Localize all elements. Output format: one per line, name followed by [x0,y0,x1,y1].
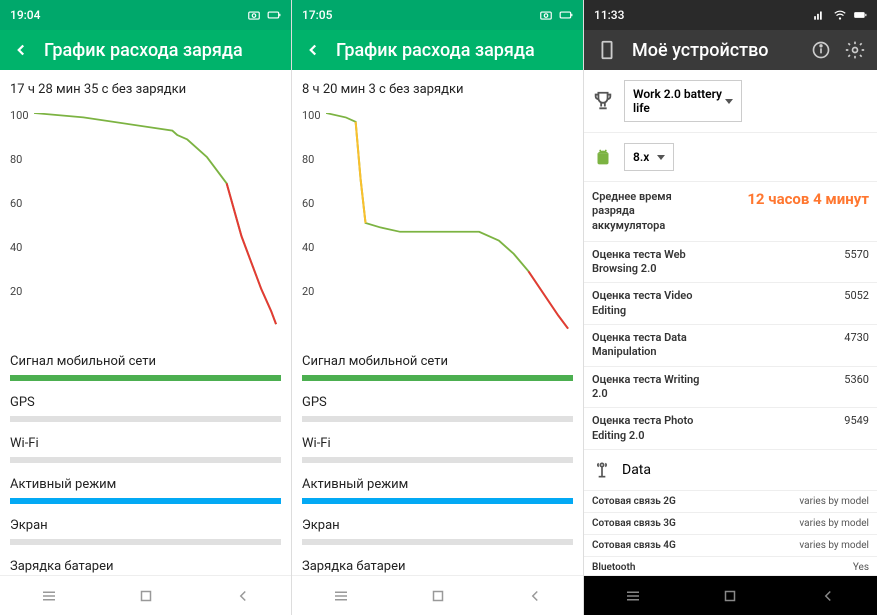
score-label: Оценка теста Photo Editing 2.0 [592,414,702,443]
spec-row: Сотовая связь 3G varies by model [584,513,877,535]
signal-label: Сигнал мобильной сети [0,340,291,375]
chevron-down-icon [657,155,665,160]
gps-label: GPS [0,381,291,416]
battery-chart: 100 80 60 40 20 [10,105,281,340]
active-bar [302,498,573,504]
header: Моё устройство [584,30,877,70]
score-row: Оценка теста Video Editing 5052 [584,283,877,325]
menu-icon[interactable] [624,587,642,605]
score-row: Оценка теста Photo Editing 2.0 9549 [584,408,877,450]
charging-label: Зарядка батареи [0,545,291,575]
camera-icon [539,8,553,22]
wifi-label: Wi-Fi [0,422,291,457]
active-label: Активный режим [0,463,291,498]
header: График расхода заряда [292,30,583,70]
spec-row: Сотовая связь 2G varies by model [584,491,877,513]
signal-icon [813,8,827,22]
active-label: Активный режим [292,463,583,498]
duration-text: 17 ч 28 мин 35 с без зарядки [0,70,291,105]
battery-icon [853,8,867,22]
gps-bar [302,416,573,422]
wifi-bar [10,457,281,463]
chevron-down-icon [725,99,733,104]
page-title: График расхода заряда [44,40,279,61]
page-title: Моё устройство [632,40,797,61]
spec-value: varies by model [799,496,869,507]
spec-row: Bluetooth Yes [584,557,877,575]
spec-label: Bluetooth [592,562,635,573]
score-label: Оценка теста Web Browsing 2.0 [592,248,702,277]
clock: 11:33 [594,8,624,22]
clock: 19:04 [10,8,40,22]
spec-value: varies by model [799,540,869,551]
back-icon[interactable] [12,41,30,59]
score-value: 5052 [844,289,869,318]
gps-bar [10,416,281,422]
battery-chart: 100 80 60 40 20 [302,105,573,340]
status-bar: 11:33 [584,0,877,30]
wifi-icon [833,8,847,22]
home-icon[interactable] [721,587,739,605]
back-nav-icon[interactable] [526,587,544,605]
test-select[interactable]: Work 2.0 battery life [624,80,742,122]
score-value: 4730 [844,331,869,360]
signal-label: Сигнал мобильной сети [292,340,583,375]
gear-icon[interactable] [845,40,865,60]
nav-bar [0,575,291,615]
back-icon[interactable] [304,41,322,59]
nav-bar [292,575,583,615]
wifi-bar [302,457,573,463]
status-bar: 19:04 [0,0,291,30]
data-section: Data [584,450,877,491]
home-icon[interactable] [429,587,447,605]
status-bar: 17:05 [292,0,583,30]
wifi-label: Wi-Fi [292,422,583,457]
page-title: График расхода заряда [336,40,571,61]
home-icon[interactable] [137,587,155,605]
menu-icon[interactable] [332,587,350,605]
signal-bar [302,375,573,381]
trophy-icon [592,90,614,112]
battery-icon [559,8,573,22]
header: График расхода заряда [0,30,291,70]
gps-label: GPS [292,381,583,416]
signal-bar [10,375,281,381]
info-icon[interactable] [811,40,831,60]
spec-row: Сотовая связь 4G varies by model [584,535,877,557]
active-bar [10,498,281,504]
score-value: 5570 [844,248,869,277]
spec-label: Сотовая связь 3G [592,518,676,529]
score-value: 5360 [844,373,869,402]
version-select[interactable]: 8.x [624,143,674,171]
spec-label: Сотовая связь 4G [592,540,676,551]
menu-icon[interactable] [40,587,58,605]
screen-label: Экран [292,504,583,539]
android-icon [592,146,614,168]
duration-text: 8 ч 20 мин 3 с без зарядки [292,70,583,105]
camera-icon [247,8,261,22]
screen-bar [10,539,281,545]
screen-bar [302,539,573,545]
back-nav-icon[interactable] [819,587,837,605]
back-nav-icon[interactable] [234,587,252,605]
device-icon [596,39,618,61]
score-row: Оценка теста Writing 2.0 5360 [584,367,877,409]
spec-value: varies by model [799,518,869,529]
battery-icon [267,8,281,22]
screen-label: Экран [0,504,291,539]
score-value: 9549 [844,414,869,443]
spec-value: Yes [853,562,869,573]
score-label: Оценка теста Data Manipulation [592,331,702,360]
spec-label: Сотовая связь 2G [592,496,676,507]
score-row: Оценка теста Web Browsing 2.0 5570 [584,242,877,284]
clock: 17:05 [302,8,332,22]
nav-bar [584,575,877,615]
charging-label: Зарядка батареи [292,545,583,575]
antenna-icon [592,460,612,480]
avg-discharge-row: Среднее время разряда аккумулятора 12 ча… [584,182,877,242]
score-row: Оценка теста Data Manipulation 4730 [584,325,877,367]
score-label: Оценка теста Video Editing [592,289,702,318]
score-label: Оценка теста Writing 2.0 [592,373,702,402]
